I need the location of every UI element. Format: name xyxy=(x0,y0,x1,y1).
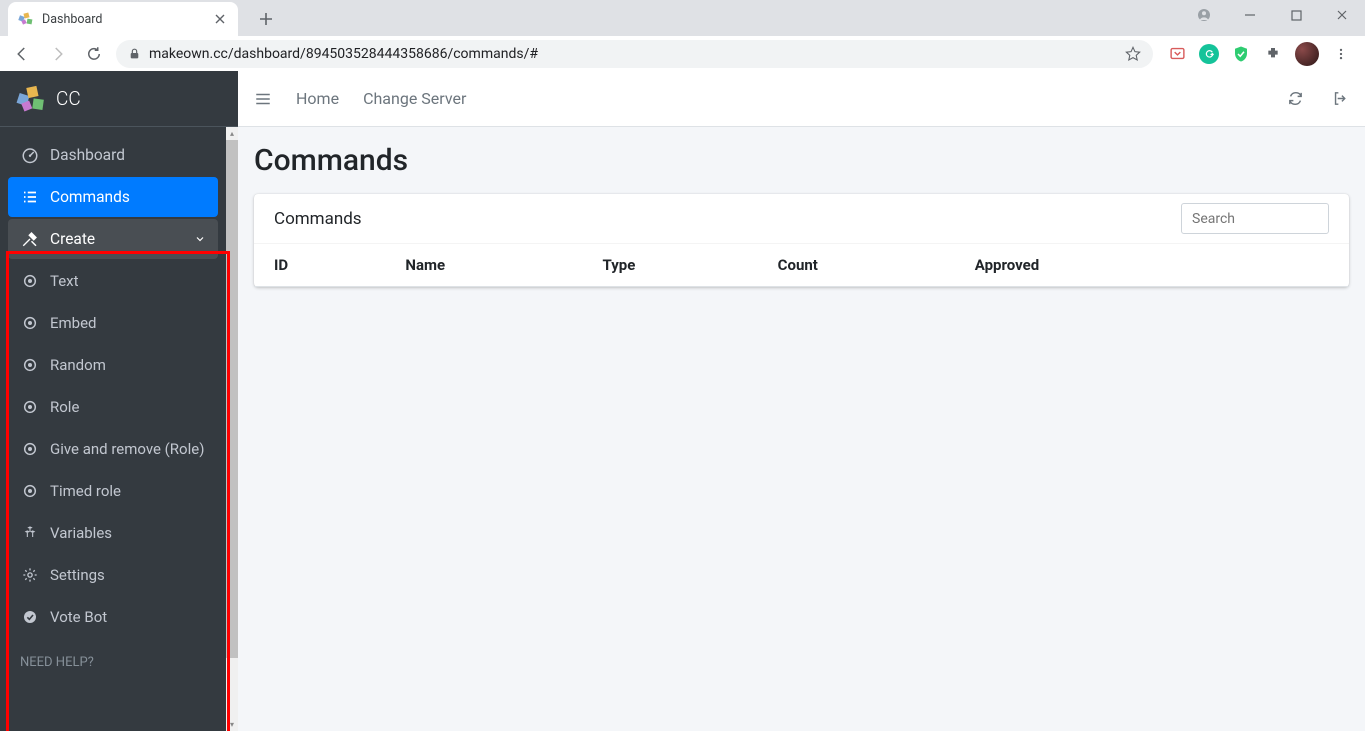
sidebar-item-role[interactable]: Role xyxy=(8,387,218,427)
sidebar-item-embed[interactable]: Embed xyxy=(8,303,218,343)
sidebar-create-submenu: Text Embed Random Role Give and remove (… xyxy=(8,261,218,637)
sidebar-item-label: Random xyxy=(50,356,106,374)
circle-dot-icon xyxy=(20,483,40,499)
address-bar: makeown.cc/dashboard/894503528444358686/… xyxy=(0,36,1365,71)
circle-dot-icon xyxy=(20,399,40,415)
lock-icon xyxy=(128,47,141,60)
page-title: Commands xyxy=(254,143,1349,178)
url-box[interactable]: makeown.cc/dashboard/894503528444358686/… xyxy=(116,40,1153,68)
card-header: Commands xyxy=(254,194,1349,244)
sidebar-item-label: Text xyxy=(50,272,79,290)
url-text: makeown.cc/dashboard/894503528444358686/… xyxy=(149,46,1117,62)
sidebar-item-text[interactable]: Text xyxy=(8,261,218,301)
col-count: Count xyxy=(758,244,955,287)
sidebar-item-label: Dashboard xyxy=(50,146,125,164)
topbar: Home Change Server xyxy=(238,71,1365,127)
col-name: Name xyxy=(385,244,582,287)
tab-strip: Dashboard xyxy=(0,0,1365,36)
main: Home Change Server Commands Commands xyxy=(238,71,1365,731)
commands-card: Commands ID Name Type Count xyxy=(254,194,1349,287)
new-tab-button[interactable] xyxy=(252,5,280,33)
check-circle-icon xyxy=(20,609,40,625)
sidebar: CC Dashboard Commands Create Text xyxy=(0,71,238,731)
sidebar-item-commands[interactable]: Commands xyxy=(8,177,218,217)
gear-icon xyxy=(20,567,40,583)
sidebar-item-dashboard[interactable]: Dashboard xyxy=(8,135,218,175)
sidebar-item-give-remove-role[interactable]: Give and remove (Role) xyxy=(8,429,218,469)
circle-dot-icon xyxy=(20,441,40,457)
browser-chrome: Dashboard makeown.cc/dashboard/894503528… xyxy=(0,0,1365,71)
sidebar-item-random[interactable]: Random xyxy=(8,345,218,385)
card-title: Commands xyxy=(274,209,362,229)
browser-tab[interactable]: Dashboard xyxy=(8,2,238,36)
forward-button[interactable] xyxy=(44,40,72,68)
sidebar-item-label: Variables xyxy=(50,524,112,542)
col-type: Type xyxy=(582,244,757,287)
sidebar-item-label: Embed xyxy=(50,314,97,332)
topbar-home-link[interactable]: Home xyxy=(296,89,339,108)
sidebar-item-create[interactable]: Create xyxy=(8,219,218,259)
reload-button[interactable] xyxy=(80,40,108,68)
circle-dot-icon xyxy=(20,315,40,331)
scrollbar-thumb[interactable] xyxy=(226,140,238,658)
circle-dot-icon xyxy=(20,273,40,289)
sidebar-item-label: Vote Bot xyxy=(50,608,107,626)
star-icon[interactable] xyxy=(1125,46,1141,62)
commands-table: ID Name Type Count Approved xyxy=(254,244,1349,287)
extensions-icon[interactable] xyxy=(1263,44,1283,64)
tab-close-icon[interactable] xyxy=(212,11,228,27)
sidebar-brand[interactable]: CC xyxy=(0,71,238,127)
tab-favicon-icon xyxy=(18,11,34,27)
sidebar-item-label: Settings xyxy=(50,566,105,584)
chrome-menu-icon[interactable] xyxy=(1331,44,1351,64)
col-approved: Approved xyxy=(955,244,1349,287)
extension-icons xyxy=(1161,42,1357,66)
logout-icon[interactable] xyxy=(1332,90,1349,107)
chevron-down-icon xyxy=(194,233,206,245)
sidebar-item-label: Role xyxy=(50,398,79,416)
card-body: ID Name Type Count Approved xyxy=(254,244,1349,287)
tools-icon xyxy=(20,230,40,248)
back-button[interactable] xyxy=(8,40,36,68)
sidebar-item-label: Timed role xyxy=(50,482,121,500)
sidebar-item-settings[interactable]: Settings xyxy=(8,555,218,595)
sidebar-help-header: NEED HELP? xyxy=(8,639,218,678)
menu-toggle-icon[interactable] xyxy=(254,90,272,108)
topbar-change-server-link[interactable]: Change Server xyxy=(363,89,466,108)
ext-grammarly-icon[interactable] xyxy=(1199,44,1219,64)
search-input[interactable] xyxy=(1181,203,1329,234)
sidebar-item-timed-role[interactable]: Timed role xyxy=(8,471,218,511)
dashboard-icon xyxy=(20,146,40,164)
window-controls xyxy=(1181,0,1365,30)
sidebar-item-variables[interactable]: Variables xyxy=(8,513,218,553)
ext-pocket-icon[interactable] xyxy=(1167,44,1187,64)
profile-avatar[interactable] xyxy=(1295,42,1319,66)
ext-shield-icon[interactable] xyxy=(1231,44,1251,64)
account-icon[interactable] xyxy=(1181,0,1227,30)
refresh-icon[interactable] xyxy=(1287,90,1304,107)
minimize-icon[interactable] xyxy=(1227,0,1273,30)
tab-title: Dashboard xyxy=(42,12,204,27)
col-id: ID xyxy=(254,244,385,287)
close-window-icon[interactable] xyxy=(1319,0,1365,30)
brand-name: CC xyxy=(56,87,81,110)
content: Commands Commands ID Name Type xyxy=(238,127,1365,303)
sidebar-item-label: Create xyxy=(50,230,95,248)
brand-logo-icon xyxy=(16,84,46,114)
topbar-right xyxy=(1287,90,1349,107)
card-search xyxy=(1181,203,1329,234)
sidebar-list: Dashboard Commands Create Text Embed xyxy=(0,127,226,678)
sidebar-item-label: Commands xyxy=(50,188,130,206)
list-icon xyxy=(20,188,40,206)
sidebar-item-vote-bot[interactable]: Vote Bot xyxy=(8,597,218,637)
cubes-icon xyxy=(20,525,40,541)
table-header-row: ID Name Type Count Approved xyxy=(254,244,1349,287)
app: CC Dashboard Commands Create Text xyxy=(0,71,1365,731)
sidebar-item-label: Give and remove (Role) xyxy=(50,440,204,458)
sidebar-scrollbar[interactable] xyxy=(226,127,238,731)
maximize-icon[interactable] xyxy=(1273,0,1319,30)
circle-dot-icon xyxy=(20,357,40,373)
